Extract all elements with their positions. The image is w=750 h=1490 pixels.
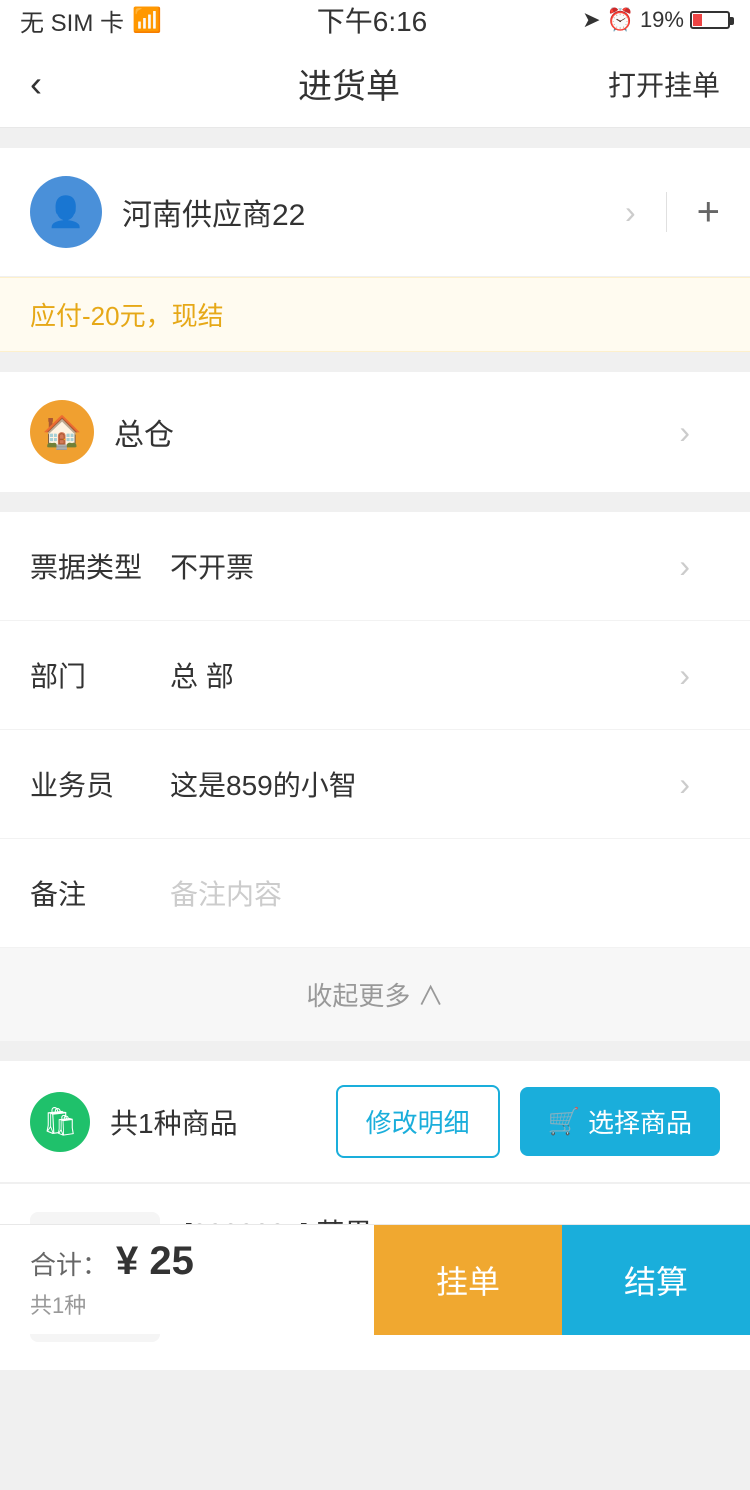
salesperson-label: 业务员 bbox=[30, 764, 150, 804]
back-button[interactable]: ‹ bbox=[30, 63, 90, 105]
department-row[interactable]: 部门 总 部 › bbox=[0, 621, 750, 730]
supplier-avatar: 👤 bbox=[30, 176, 102, 248]
supplier-name: 河南供应商22 bbox=[122, 190, 625, 234]
status-bar: 无 SIM 卡 📶 下午6:16 ➤ ⏰ 19% bbox=[0, 0, 750, 40]
footer-total: 合计： ¥ 25 共1种 bbox=[0, 1239, 374, 1320]
salesperson-value: 这是859的小智 bbox=[150, 764, 679, 804]
remark-label: 备注 bbox=[30, 873, 150, 913]
salesperson-row[interactable]: 业务员 这是859的小智 › bbox=[0, 730, 750, 839]
footer-total-row: 合计： ¥ 25 bbox=[30, 1239, 344, 1284]
products-header: 🛍 共1种商品 修改明细 🛒 选择商品 bbox=[0, 1061, 750, 1182]
products-icon: 🛍 bbox=[30, 1092, 90, 1152]
nav-bar: ‹ 进货单 打开挂单 bbox=[0, 40, 750, 128]
checkout-button[interactable]: 结算 bbox=[562, 1225, 750, 1335]
invoice-type-value: 不开票 bbox=[150, 546, 679, 586]
add-supplier-button[interactable]: + bbox=[697, 190, 720, 235]
invoice-type-chevron-icon: › bbox=[679, 548, 690, 585]
page-title: 进货单 bbox=[298, 59, 400, 108]
remark-input[interactable]: 备注内容 bbox=[150, 873, 720, 913]
edit-detail-button[interactable]: 修改明细 bbox=[336, 1085, 500, 1158]
hang-button[interactable]: 挂单 bbox=[374, 1225, 562, 1335]
supplier-section: 👤 河南供应商22 › + 应付-20元，现结 bbox=[0, 148, 750, 352]
total-amount: ¥ 25 bbox=[116, 1239, 194, 1284]
location-icon: ➤ bbox=[582, 7, 600, 33]
select-product-icon: 🛒 bbox=[548, 1106, 580, 1137]
avatar-icon: 👤 bbox=[47, 195, 84, 230]
warehouse-section: 🏠 总仓 › bbox=[0, 372, 750, 492]
warehouse-chevron-icon: › bbox=[679, 414, 690, 451]
product-count: 共1种商品 bbox=[110, 1102, 316, 1142]
supplier-row[interactable]: 👤 河南供应商22 › + bbox=[0, 148, 750, 277]
bottom-spacer bbox=[0, 1370, 750, 1490]
supplier-divider bbox=[666, 192, 667, 232]
battery-percent: 19% bbox=[640, 7, 684, 33]
select-product-label: 选择商品 bbox=[588, 1103, 692, 1140]
remark-row[interactable]: 备注 备注内容 bbox=[0, 839, 750, 948]
supplier-chevron-icon: › bbox=[625, 194, 636, 231]
total-label: 合计： bbox=[30, 1245, 108, 1282]
alarm-icon: ⏰ bbox=[607, 7, 634, 33]
warehouse-icon: 🏠 bbox=[30, 400, 94, 464]
form-section: 票据类型 不开票 › 部门 总 部 › 业务员 这是859的小智 › 备注 备注… bbox=[0, 512, 750, 948]
supplier-notice: 应付-20元，现结 bbox=[0, 277, 750, 352]
total-count: 共1种 bbox=[30, 1288, 344, 1320]
cart-icon: 🛍 bbox=[42, 1105, 78, 1138]
department-label: 部门 bbox=[30, 655, 150, 695]
status-right: ➤ ⏰ 19% bbox=[582, 7, 730, 33]
salesperson-chevron-icon: › bbox=[679, 766, 690, 803]
department-value: 总 部 bbox=[150, 655, 679, 695]
warehouse-name: 总仓 bbox=[114, 410, 679, 454]
top-divider bbox=[0, 128, 750, 148]
select-product-button[interactable]: 🛒 选择商品 bbox=[520, 1087, 720, 1156]
open-hang-button[interactable]: 打开挂单 bbox=[608, 64, 720, 104]
signal-text: 无 SIM 卡 bbox=[20, 3, 124, 38]
wifi-icon: 📶 bbox=[132, 6, 162, 35]
department-chevron-icon: › bbox=[679, 657, 690, 694]
collapse-button[interactable]: 收起更多 ∧ bbox=[0, 948, 750, 1041]
invoice-type-row[interactable]: 票据类型 不开票 › bbox=[0, 512, 750, 621]
warehouse-row[interactable]: 🏠 总仓 › bbox=[0, 372, 750, 492]
battery-icon bbox=[690, 11, 730, 29]
status-time: 下午6:16 bbox=[317, 0, 428, 40]
status-left: 无 SIM 卡 📶 bbox=[20, 3, 162, 38]
house-icon: 🏠 bbox=[42, 413, 82, 451]
footer: 合计： ¥ 25 共1种 挂单 结算 bbox=[0, 1224, 750, 1334]
invoice-type-label: 票据类型 bbox=[30, 546, 150, 586]
